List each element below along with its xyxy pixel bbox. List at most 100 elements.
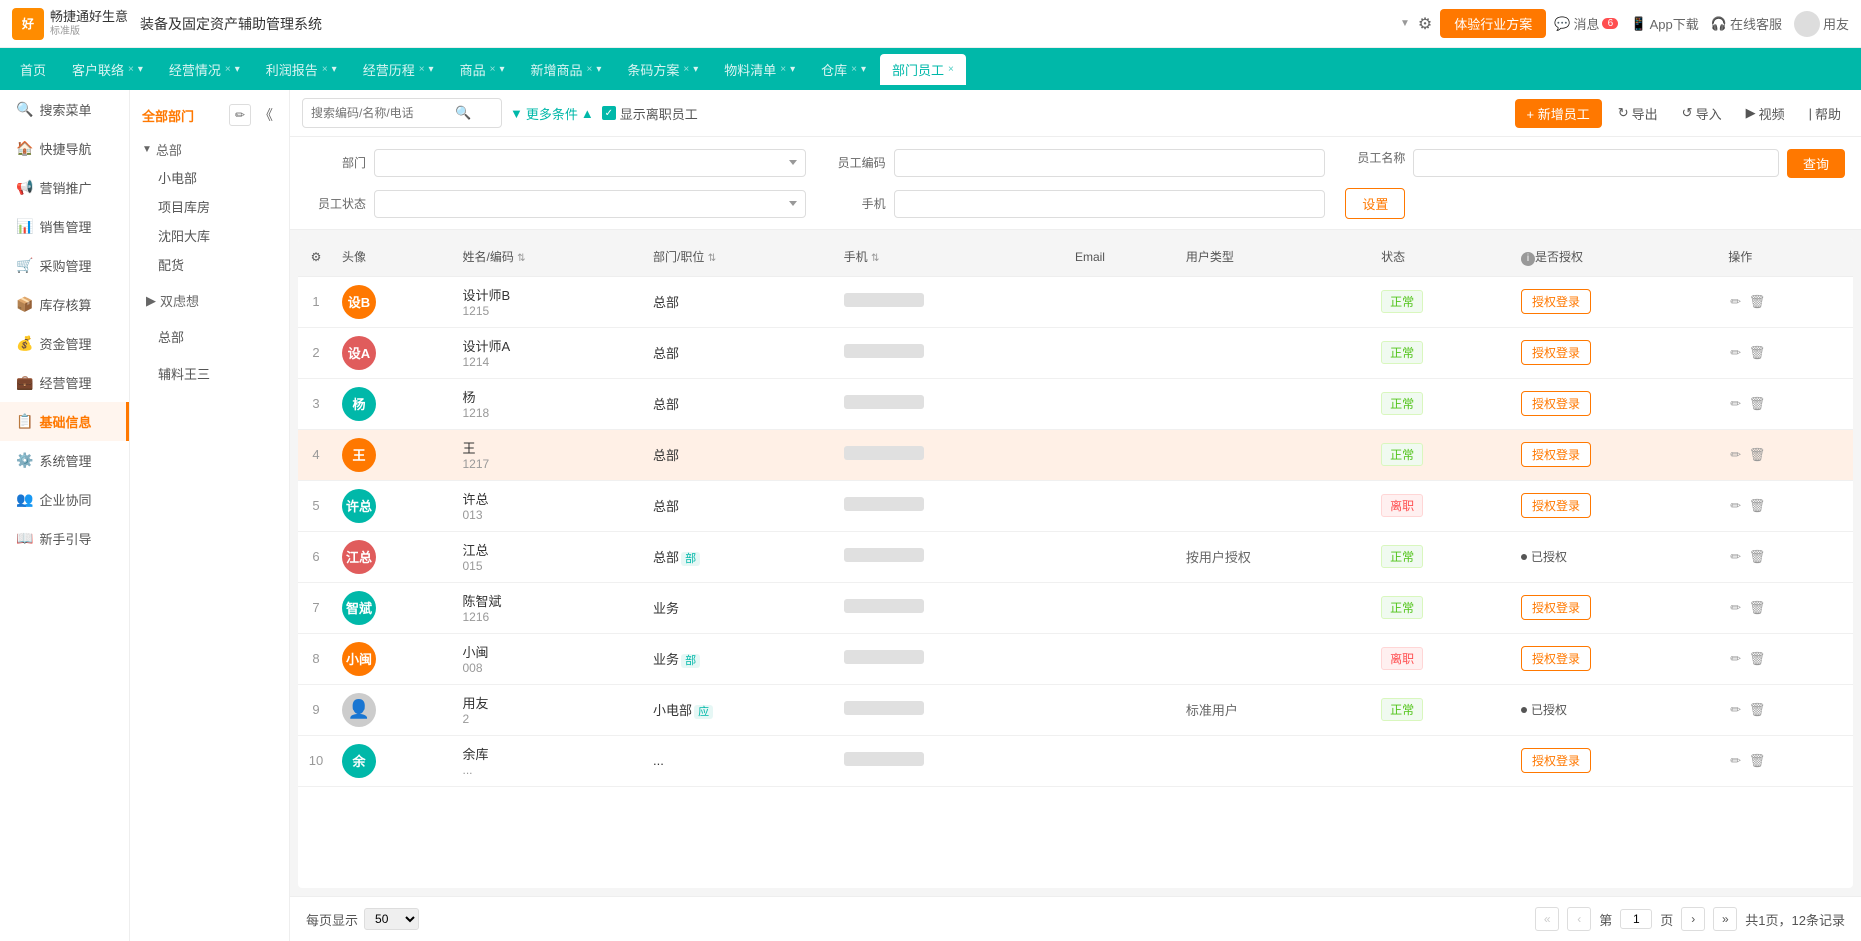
page-next-btn[interactable]: › [1681,907,1705,931]
gear-icon[interactable]: ⚙ [1418,14,1432,34]
sidebar-item-purchase[interactable]: 🛒 采购管理 [0,246,129,285]
dept-section-header-general[interactable]: ▼ 总部 [130,136,289,163]
delete-btn[interactable]: 🗑 [1747,394,1768,413]
system-dropdown-arrow[interactable]: ▼ [1400,18,1410,29]
sidebar-item-guide[interactable]: 📖 新手引导 [0,519,129,558]
edit-btn[interactable]: ✏ [1728,751,1743,770]
user-btn[interactable]: 用友 [1794,11,1849,37]
tab-customer[interactable]: 客户联络 ×▾ [60,54,155,85]
query-button[interactable]: 查询 [1787,149,1845,178]
page-first-btn[interactable]: « [1535,907,1559,931]
dept-edit-btn[interactable]: ✏ [229,104,251,126]
edit-btn[interactable]: ✏ [1728,649,1743,668]
show-resigned-toggle[interactable]: ✓ 显示离职员工 [602,104,698,123]
trial-button[interactable]: 体验行业方案 [1440,9,1546,38]
auth-login-btn[interactable]: 授权登录 [1521,442,1591,467]
sidebar-item-marketing[interactable]: 📢 营销推广 [0,168,129,207]
page-number-input[interactable] [1620,909,1652,929]
import-btn[interactable]: ↺ 导入 [1674,100,1730,127]
sidebar-item-finance[interactable]: 💰 资金管理 [0,324,129,363]
help-btn[interactable]: | 帮助 [1801,100,1849,127]
dept-item-project[interactable]: 项目库房 [130,192,289,221]
delete-btn[interactable]: 🗑 [1747,547,1768,566]
tab-bom[interactable]: 物料清单 ×▾ [712,54,807,85]
delete-btn[interactable]: 🗑 [1747,343,1768,362]
delete-btn[interactable]: 🗑 [1747,445,1768,464]
edit-btn[interactable]: ✏ [1728,394,1743,413]
emp-code-input[interactable] [894,149,1326,177]
tab-new-goods[interactable]: 新增商品 ×▾ [518,54,613,85]
status-select[interactable] [374,190,806,218]
auth-login-btn[interactable]: 授权登录 [1521,646,1591,671]
col-settings[interactable]: ⚙ [298,238,334,276]
sidebar-item-search[interactable]: 🔍 搜索菜单 [0,90,129,129]
cell-operation: ✏ 🗑 [1720,735,1853,786]
auth-login-btn[interactable]: 授权登录 [1521,595,1591,620]
edit-btn[interactable]: ✏ [1728,445,1743,464]
dept-subsection-header-shuang[interactable]: ▶ 双虑想 [130,287,289,314]
auth-login-btn[interactable]: 授权登录 [1521,391,1591,416]
edit-btn[interactable]: ✏ [1728,547,1743,566]
sidebar-item-inventory[interactable]: 📦 库存核算 [0,285,129,324]
page-last-btn[interactable]: » [1713,907,1737,931]
sidebar-item-quicknav[interactable]: 🏠 快捷导航 [0,129,129,168]
search-input[interactable] [311,106,451,120]
tab-barcode[interactable]: 条码方案 ×▾ [615,54,710,85]
resigned-checkbox[interactable]: ✓ [602,106,616,120]
sidebar-item-basic-info[interactable]: 📋 基础信息 [0,402,129,441]
col-dept[interactable]: 部门/职位 ⇅ [645,238,836,276]
tab-history[interactable]: 经营历程 ×▾ [351,54,446,85]
auth-login-btn[interactable]: 授权登录 [1521,748,1591,773]
dept-item-xiaodian[interactable]: 小电部 [130,163,289,192]
app-download-btn[interactable]: 📱 App下载 [1630,14,1698,33]
delete-btn[interactable]: 🗑 [1747,496,1768,515]
delete-btn[interactable]: 🗑 [1747,751,1768,770]
dept-select[interactable] [374,149,806,177]
search-icon[interactable]: 🔍 [455,105,471,121]
delete-btn[interactable]: 🗑 [1747,292,1768,311]
edit-btn[interactable]: ✏ [1728,700,1743,719]
auth-login-btn[interactable]: 授权登录 [1521,340,1591,365]
tab-operation[interactable]: 经营情况 ×▾ [157,54,252,85]
view-btn[interactable]: ▶ 视频 [1738,100,1793,127]
col-name[interactable]: 姓名/编码 ⇅ [455,238,646,276]
page-size-select[interactable]: 50 20 100 [364,908,419,930]
page-prev-btn[interactable]: ‹ [1567,907,1591,931]
dept-collapse-btn[interactable]: 《 [255,104,277,126]
dept-item-zongbu[interactable]: 总部 [130,322,289,351]
col-phone[interactable]: 手机 ⇅ [836,238,1067,276]
more-filter-btn[interactable]: ▼ 更多条件 ▲ [510,104,594,123]
dept-all-label[interactable]: 全部部门 [142,106,225,125]
tab-employees[interactable]: 部门员工 × [880,54,966,85]
dept-item-fuzhu[interactable]: 辅料王三 [130,359,289,388]
sidebar-item-collab[interactable]: 👥 企业协同 [0,480,129,519]
tab-goods[interactable]: 商品 ×▾ [448,54,517,85]
edit-btn[interactable]: ✏ [1728,292,1743,311]
dept-item-shenyang[interactable]: 沈阳大库 [130,221,289,250]
auth-login-btn[interactable]: 授权登录 [1521,289,1591,314]
sidebar-item-operation[interactable]: 💼 经营管理 [0,363,129,402]
online-service-btn[interactable]: 🎧 在线客服 [1711,14,1782,33]
cell-operation: ✏ 🗑 [1720,276,1853,327]
dept-item-distribution[interactable]: 配货 [130,250,289,279]
cell-status: 正常 [1373,684,1513,735]
sidebar-item-system[interactable]: ⚙️ 系统管理 [0,441,129,480]
export-btn[interactable]: ↻ 导出 [1610,100,1666,127]
tab-home[interactable]: 首页 [8,54,58,85]
edit-btn[interactable]: ✏ [1728,343,1743,362]
delete-btn[interactable]: 🗑 [1747,598,1768,617]
tab-warehouse[interactable]: 仓库 ×▾ [809,54,878,85]
emp-name-input[interactable] [1413,149,1779,177]
phone-input[interactable] [894,190,1326,218]
edit-btn[interactable]: ✏ [1728,496,1743,515]
tab-profit[interactable]: 利润报告 ×▾ [254,54,349,85]
message-btn[interactable]: 💬 消息 6 [1554,14,1618,33]
auth-info-icon[interactable]: i [1521,252,1535,266]
delete-btn[interactable]: 🗑 [1747,700,1768,719]
add-employee-button[interactable]: + 新增员工 [1515,99,1602,128]
sidebar-item-sales[interactable]: 📊 销售管理 [0,207,129,246]
auth-login-btn[interactable]: 授权登录 [1521,493,1591,518]
edit-btn[interactable]: ✏ [1728,598,1743,617]
delete-btn[interactable]: 🗑 [1747,649,1768,668]
set-button[interactable]: 设置 [1345,188,1405,219]
